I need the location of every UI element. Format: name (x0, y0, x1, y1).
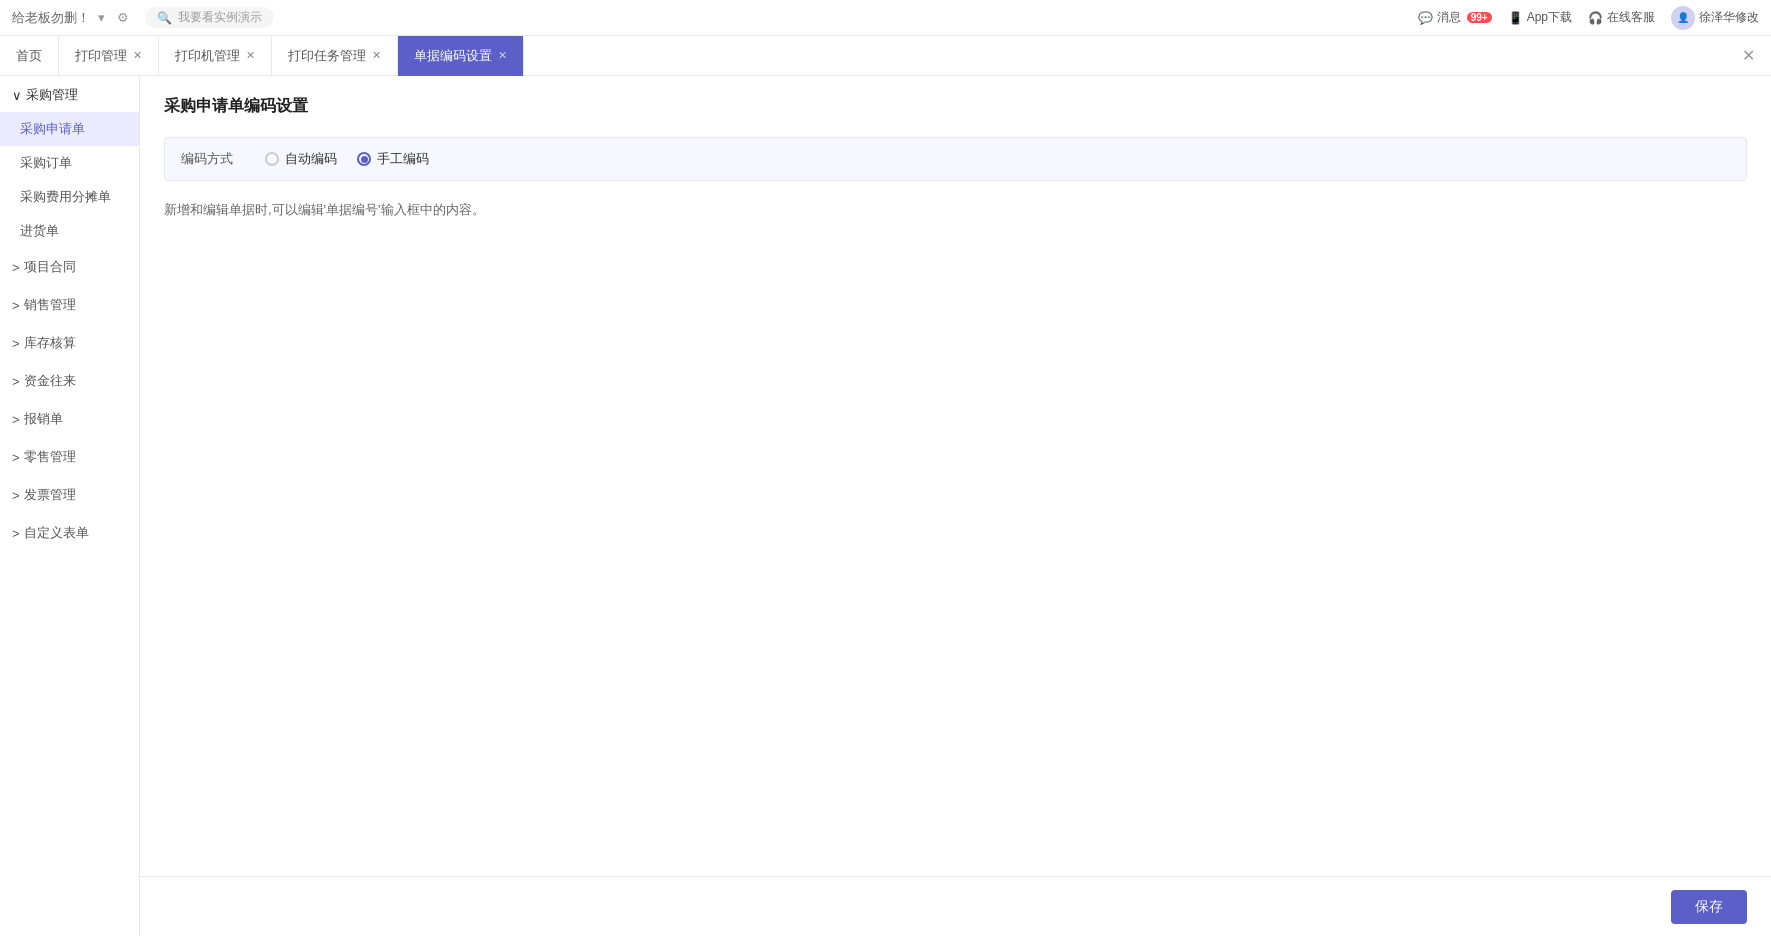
settings-icon[interactable]: ⚙ (117, 10, 129, 25)
page-title: 采购申请单编码设置 (164, 96, 1747, 117)
phone-icon: 📱 (1508, 11, 1523, 25)
chevron-right-icon-custom: > (12, 526, 20, 541)
tab-printer-manage-label: 打印机管理 (175, 47, 240, 65)
chevron-right-icon-inventory: > (12, 336, 20, 351)
sidebar-item-purchase-expense[interactable]: 采购费用分摊单 (0, 180, 139, 214)
sidebar-group-sales-return-label: 报销单 (24, 410, 63, 428)
sidebar-group-capital-label: 资金往来 (24, 372, 76, 390)
sidebar-group-capital[interactable]: > 资金往来 (0, 362, 139, 400)
app-download-button[interactable]: 📱 App下载 (1508, 9, 1572, 26)
tab-bar: 首页 打印管理 ✕ 打印机管理 ✕ 打印任务管理 ✕ 单据编码设置 ✕ ✕ (0, 36, 1771, 76)
tab-home[interactable]: 首页 (0, 36, 59, 76)
sidebar-item-purchase-request[interactable]: 采购申请单 (0, 112, 139, 146)
sidebar-item-purchase-expense-label: 采购费用分摊单 (20, 189, 111, 204)
chevron-right-icon-capital: > (12, 374, 20, 389)
app-download-label: App下载 (1527, 9, 1572, 26)
tab-barcode-setting-label: 单据编码设置 (414, 47, 492, 65)
sidebar: ∨ 采购管理 采购申请单 采购订单 采购费用分摊单 进货单 > 项目合同 > 销… (0, 76, 140, 936)
sidebar-group-sales-manage[interactable]: > 销售管理 (0, 286, 139, 324)
top-bar-right: 💬 消息 99+ 📱 App下载 🎧 在线客服 👤 徐泽华修改 (1418, 6, 1759, 30)
radio-auto-coding[interactable]: 自动编码 (265, 150, 337, 168)
sidebar-group-inventory-label: 库存核算 (24, 334, 76, 352)
sidebar-group-invoice-label: 发票管理 (24, 486, 76, 504)
content: 采购申请单编码设置 编码方式 自动编码 手工编码 新增和编辑单据时,可以编辑'单… (140, 76, 1771, 936)
online-service-label: 在线客服 (1607, 9, 1655, 26)
headset-icon: 🎧 (1588, 11, 1603, 25)
message-label: 消息 (1437, 9, 1461, 26)
sidebar-item-purchase-order-label: 采购订单 (20, 155, 72, 170)
sidebar-item-incoming-label: 进货单 (20, 223, 59, 238)
global-close-button[interactable]: ✕ (1726, 46, 1771, 65)
sidebar-item-purchase-order[interactable]: 采购订单 (0, 146, 139, 180)
sidebar-group-custom-form[interactable]: > 自定义表单 (0, 514, 139, 552)
message-button[interactable]: 💬 消息 99+ (1418, 9, 1492, 26)
radio-manual-circle (357, 152, 371, 166)
tab-barcode-setting-close[interactable]: ✕ (498, 49, 507, 62)
tab-printer-manage-close[interactable]: ✕ (246, 49, 255, 62)
tab-print-manage[interactable]: 打印管理 ✕ (59, 36, 159, 76)
top-bar: 给老板勿删！ ▾ ⚙ 🔍 我要看实例演示 💬 消息 99+ 📱 App下载 🎧 … (0, 0, 1771, 36)
tab-printer-manage[interactable]: 打印机管理 ✕ (159, 36, 272, 76)
sidebar-group-sales-manage-label: 销售管理 (24, 296, 76, 314)
search-bar[interactable]: 🔍 我要看实例演示 (145, 7, 274, 28)
message-icon: 💬 (1418, 11, 1433, 25)
save-button[interactable]: 保存 (1671, 890, 1747, 924)
auto-coding-label: 自动编码 (285, 150, 337, 168)
chevron-right-icon-project: > (12, 260, 20, 275)
sidebar-group-inventory[interactable]: > 库存核算 (0, 324, 139, 362)
chevron-right-icon-sales-return: > (12, 412, 20, 427)
manual-coding-label: 手工编码 (377, 150, 429, 168)
radio-auto-circle (265, 152, 279, 166)
coding-method-label: 编码方式 (181, 150, 241, 168)
tab-print-manage-label: 打印管理 (75, 47, 127, 65)
sidebar-group-custom-form-label: 自定义表单 (24, 524, 89, 542)
sidebar-group-purchase-manage[interactable]: ∨ 采购管理 (0, 76, 139, 112)
dropdown-icon[interactable]: ▾ (98, 10, 105, 25)
chevron-down-icon: ∨ (12, 88, 22, 103)
bottom-bar: 保存 (140, 876, 1771, 936)
sidebar-group-project-contract-label: 项目合同 (24, 258, 76, 276)
sidebar-group-retail[interactable]: > 零售管理 (0, 438, 139, 476)
avatar: 👤 (1671, 6, 1695, 30)
info-text: 新增和编辑单据时,可以编辑'单据编号'输入框中的内容。 (164, 197, 1747, 223)
top-bar-title: 给老板勿删！ (12, 9, 90, 27)
radio-manual-coding[interactable]: 手工编码 (357, 150, 429, 168)
chevron-right-icon-sales: > (12, 298, 20, 313)
sidebar-group-purchase-manage-label: 采购管理 (26, 86, 78, 104)
search-icon: 🔍 (157, 11, 172, 25)
sidebar-group-project-contract[interactable]: > 项目合同 (0, 248, 139, 286)
message-badge: 99+ (1467, 12, 1492, 23)
user-name: 徐泽华修改 (1699, 9, 1759, 26)
coding-section: 编码方式 自动编码 手工编码 (164, 137, 1747, 181)
main-layout: ∨ 采购管理 采购申请单 采购订单 采购费用分摊单 进货单 > 项目合同 > 销… (0, 76, 1771, 936)
sidebar-item-incoming[interactable]: 进货单 (0, 214, 139, 248)
sidebar-group-invoice[interactable]: > 发票管理 (0, 476, 139, 514)
tab-print-task-label: 打印任务管理 (288, 47, 366, 65)
chevron-right-icon-invoice: > (12, 488, 20, 503)
content-inner: 采购申请单编码设置 编码方式 自动编码 手工编码 新增和编辑单据时,可以编辑'单… (140, 76, 1771, 876)
top-bar-left: 给老板勿删！ ▾ ⚙ 🔍 我要看实例演示 (12, 7, 274, 28)
sidebar-group-sales-return[interactable]: > 报销单 (0, 400, 139, 438)
tab-barcode-setting[interactable]: 单据编码设置 ✕ (398, 36, 524, 76)
sidebar-group-retail-label: 零售管理 (24, 448, 76, 466)
sidebar-item-purchase-request-label: 采购申请单 (20, 121, 85, 136)
tab-print-task-close[interactable]: ✕ (372, 49, 381, 62)
tab-print-task[interactable]: 打印任务管理 ✕ (272, 36, 398, 76)
search-placeholder: 我要看实例演示 (178, 9, 262, 26)
tab-print-manage-close[interactable]: ✕ (133, 49, 142, 62)
user-avatar-button[interactable]: 👤 徐泽华修改 (1671, 6, 1759, 30)
radio-group: 自动编码 手工编码 (265, 150, 429, 168)
tab-home-label: 首页 (16, 47, 42, 65)
online-service-button[interactable]: 🎧 在线客服 (1588, 9, 1655, 26)
chevron-right-icon-retail: > (12, 450, 20, 465)
